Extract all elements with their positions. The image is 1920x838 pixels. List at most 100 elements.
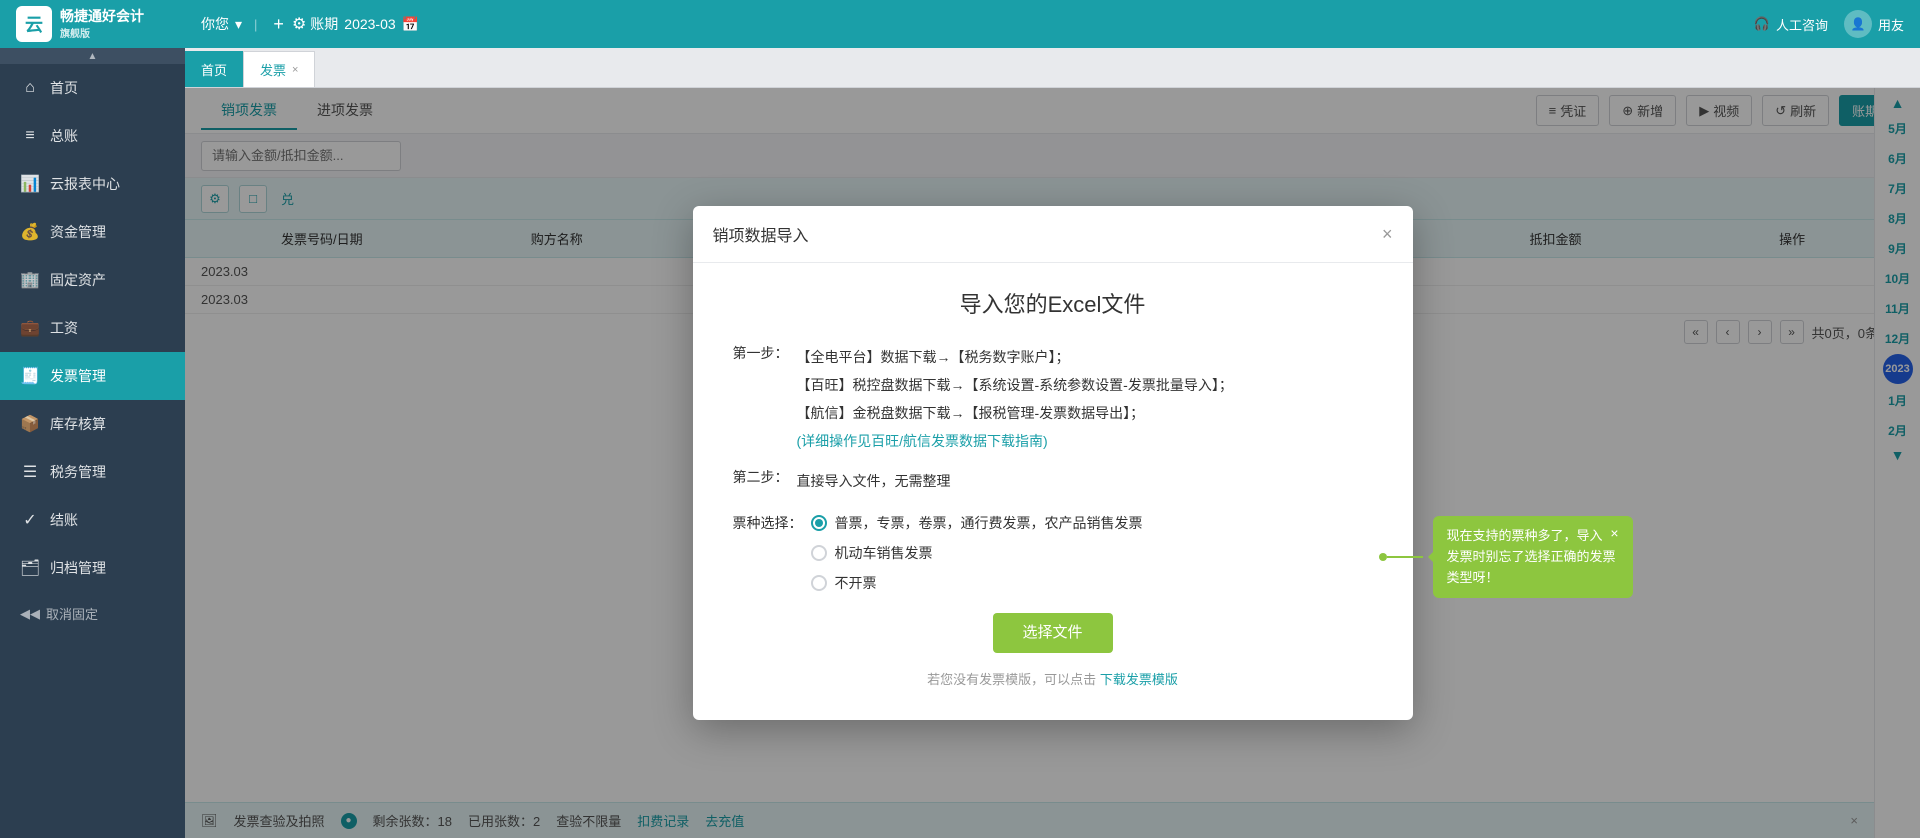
step2-label: 第二步： (733, 467, 789, 487)
step2-content: 直接导入文件，无需整理 (797, 467, 951, 495)
radio-motor-circle[interactable] (811, 545, 827, 561)
select-file-button[interactable]: 选择文件 (993, 613, 1113, 653)
radio-general-circle[interactable] (811, 515, 827, 531)
logo-area: 云 畅捷通好会计 旗舰版 (16, 6, 201, 42)
tax-icon: ☰ (20, 462, 40, 482)
step1-line-1: 【全电平台】数据下载→【税务数字账户】； (797, 343, 1233, 371)
user-avatar: 👤 (1844, 10, 1872, 38)
tooltip-close-button[interactable]: × (1610, 526, 1618, 540)
checkout-icon: ✓ (20, 510, 40, 530)
ledger-icon: ≡ (20, 127, 40, 145)
modal-body: 导入您的Excel文件 第一步： 【全电平台】数据下载→【税务数字账户】； 【百… (693, 263, 1413, 720)
logo-sub: 旗舰版 (60, 25, 144, 40)
modal-main-title: 导入您的Excel文件 (733, 287, 1373, 319)
sidebar-label-inventory: 库存核算 (50, 414, 106, 434)
header-sep: | (254, 17, 257, 32)
funds-icon: 💰 (20, 222, 40, 242)
tab-home-label: 首页 (201, 60, 227, 79)
radio-group: 普票，专票，卷票，通行费发票，农产品销售发票 机动车销售发票 不开票 (811, 513, 1143, 593)
tab-invoice[interactable]: 发票 × (243, 51, 315, 87)
tooltip-balloon: × 现在支持的票种多了，导入发票时别忘了选择正确的发票类型呀！ (1433, 516, 1633, 598)
sidebar-label-reports: 云报表中心 (50, 174, 120, 194)
add-button[interactable]: + (273, 14, 284, 35)
tooltip-line (1387, 556, 1423, 558)
ticket-select-label: 票种选择： (733, 513, 803, 533)
modal-footer-note: 若您没有发票模版，可以点击 下载发票模版 (733, 669, 1373, 688)
sidebar-label-tax: 税务管理 (50, 462, 106, 482)
step1-line-2: 【百旺】税控盘数据下载→【系统设置-系统参数设置-发票批量导入】； (797, 371, 1233, 399)
radio-general-label: 普票，专票，卷票，通行费发票，农产品销售发票 (835, 513, 1143, 533)
inventory-icon: 📦 (20, 414, 40, 434)
invoice-icon: 🧾 (20, 366, 40, 386)
dropdown-icon: ▾ (235, 16, 242, 33)
calendar-icon[interactable]: 📅 (402, 16, 419, 33)
sidebar-item-ledger[interactable]: ≡ 总账 (0, 112, 185, 160)
sidebar-item-salary[interactable]: 💼 工资 (0, 304, 185, 352)
sidebar-label-salary: 工资 (50, 318, 78, 338)
settings-icon[interactable]: ⚙ (292, 14, 306, 34)
salary-icon: 💼 (20, 318, 40, 338)
sidebar-item-assets[interactable]: 🏢 固定资产 (0, 256, 185, 304)
user-name: 用友 (1878, 15, 1904, 34)
sidebar-item-funds[interactable]: 💰 资金管理 (0, 208, 185, 256)
sidebar-item-archive[interactable]: 🗂 归档管理 (0, 544, 185, 592)
radio-noticket[interactable]: 不开票 (811, 573, 1143, 593)
archive-icon: 🗂 (20, 558, 40, 578)
sidebar-label-ledger: 总账 (50, 126, 78, 146)
sidebar-item-home[interactable]: ⌂ 首页 (0, 64, 185, 112)
cancel-fixed-label: 取消固定 (46, 604, 98, 623)
sidebar-item-checkout[interactable]: ✓ 结账 (0, 496, 185, 544)
ai-consult-label: 人工咨询 (1776, 15, 1828, 34)
sidebar-label-checkout: 结账 (50, 510, 78, 530)
main-layout: ▲ ⌂ 首页 ≡ 总账 📊 云报表中心 💰 资金管理 🏢 固定资产 💼 工资 🧾… (0, 48, 1920, 838)
tooltip-dot (1379, 553, 1387, 561)
sidebar-label-funds: 资金管理 (50, 222, 106, 242)
logo-text: 畅捷通好会计 (60, 8, 144, 25)
home-icon: ⌂ (20, 79, 40, 97)
step1-line-3: 【航信】金税盘数据下载→【报税管理-发票数据导出】； (797, 399, 1233, 427)
step1-guide-link[interactable]: (详细操作见百旺/航信发票数据下载指南) (797, 433, 1048, 449)
footer-note-text: 若您没有发票模版，可以点击 (927, 672, 1096, 687)
step1-row: 第一步： 【全电平台】数据下载→【税务数字账户】； 【百旺】税控盘数据下载→【系… (733, 343, 1373, 455)
assets-icon: 🏢 (20, 270, 40, 290)
period-label: 账期 (310, 14, 338, 34)
modal-title: 销项数据导入 (713, 222, 809, 246)
company-selector[interactable]: 你您 ▾ (201, 14, 242, 34)
radio-noticket-label: 不开票 (835, 573, 877, 593)
step1-label: 第一步： (733, 343, 789, 363)
radio-motor-label: 机动车销售发票 (835, 543, 933, 563)
radio-noticket-circle[interactable] (811, 575, 827, 591)
tab-bar: 首页 发票 × (185, 48, 1920, 88)
top-header: 云 畅捷通好会计 旗舰版 你您 ▾ | + ⚙ 账期 2023-03 📅 🎧 人… (0, 0, 1920, 48)
cancel-fixed-icon: ◀◀ (20, 606, 40, 622)
sidebar-item-tax[interactable]: ☰ 税务管理 (0, 448, 185, 496)
sidebar-cancel[interactable]: ◀◀ 取消固定 (0, 592, 185, 635)
modal-overlay: 销项数据导入 × 导入您的Excel文件 第一步： 【全电平台】数据下载→【税务… (185, 88, 1920, 838)
step1-content: 【全电平台】数据下载→【税务数字账户】； 【百旺】税控盘数据下载→【系统设置-系… (797, 343, 1233, 455)
period-value: 2023-03 (344, 16, 395, 32)
radio-general[interactable]: 普票，专票，卷票，通行费发票，农产品销售发票 (811, 513, 1143, 533)
sidebar: ▲ ⌂ 首页 ≡ 总账 📊 云报表中心 💰 资金管理 🏢 固定资产 💼 工资 🧾… (0, 48, 185, 838)
download-template-link[interactable]: 下载发票模版 (1100, 672, 1178, 687)
sidebar-scroll-up[interactable]: ▲ (0, 48, 185, 64)
page-content: 销项发票 进项发票 ≡ 凭证 ⊕ 新增 ▶ (185, 88, 1920, 838)
sidebar-item-inventory[interactable]: 📦 库存核算 (0, 400, 185, 448)
user-menu[interactable]: 👤 用友 (1844, 10, 1904, 38)
tab-invoice-label: 发票 (260, 60, 286, 79)
sidebar-label-invoice: 发票管理 (50, 366, 106, 386)
company-name: 你您 (201, 14, 229, 34)
header-right: 🎧 人工咨询 👤 用友 (1754, 10, 1904, 38)
modal-header: 销项数据导入 × (693, 206, 1413, 263)
step2-row: 第二步： 直接导入文件，无需整理 (733, 467, 1373, 495)
radio-motor[interactable]: 机动车销售发票 (811, 543, 1143, 563)
reports-icon: 📊 (20, 174, 40, 194)
import-modal: 销项数据导入 × 导入您的Excel文件 第一步： 【全电平台】数据下载→【税务… (693, 206, 1413, 720)
tab-home[interactable]: 首页 (185, 51, 243, 87)
tooltip-text: 现在支持的票种多了，导入发票时别忘了选择正确的发票类型呀！ (1447, 528, 1616, 585)
ai-consult-button[interactable]: 🎧 人工咨询 (1754, 15, 1828, 34)
sidebar-item-reports[interactable]: 📊 云报表中心 (0, 160, 185, 208)
modal-close-button[interactable]: × (1382, 224, 1393, 245)
sidebar-item-invoice[interactable]: 🧾 发票管理 (0, 352, 185, 400)
tab-invoice-close[interactable]: × (292, 64, 298, 76)
content-area: 首页 发票 × 销项发票 进项发票 (185, 48, 1920, 838)
